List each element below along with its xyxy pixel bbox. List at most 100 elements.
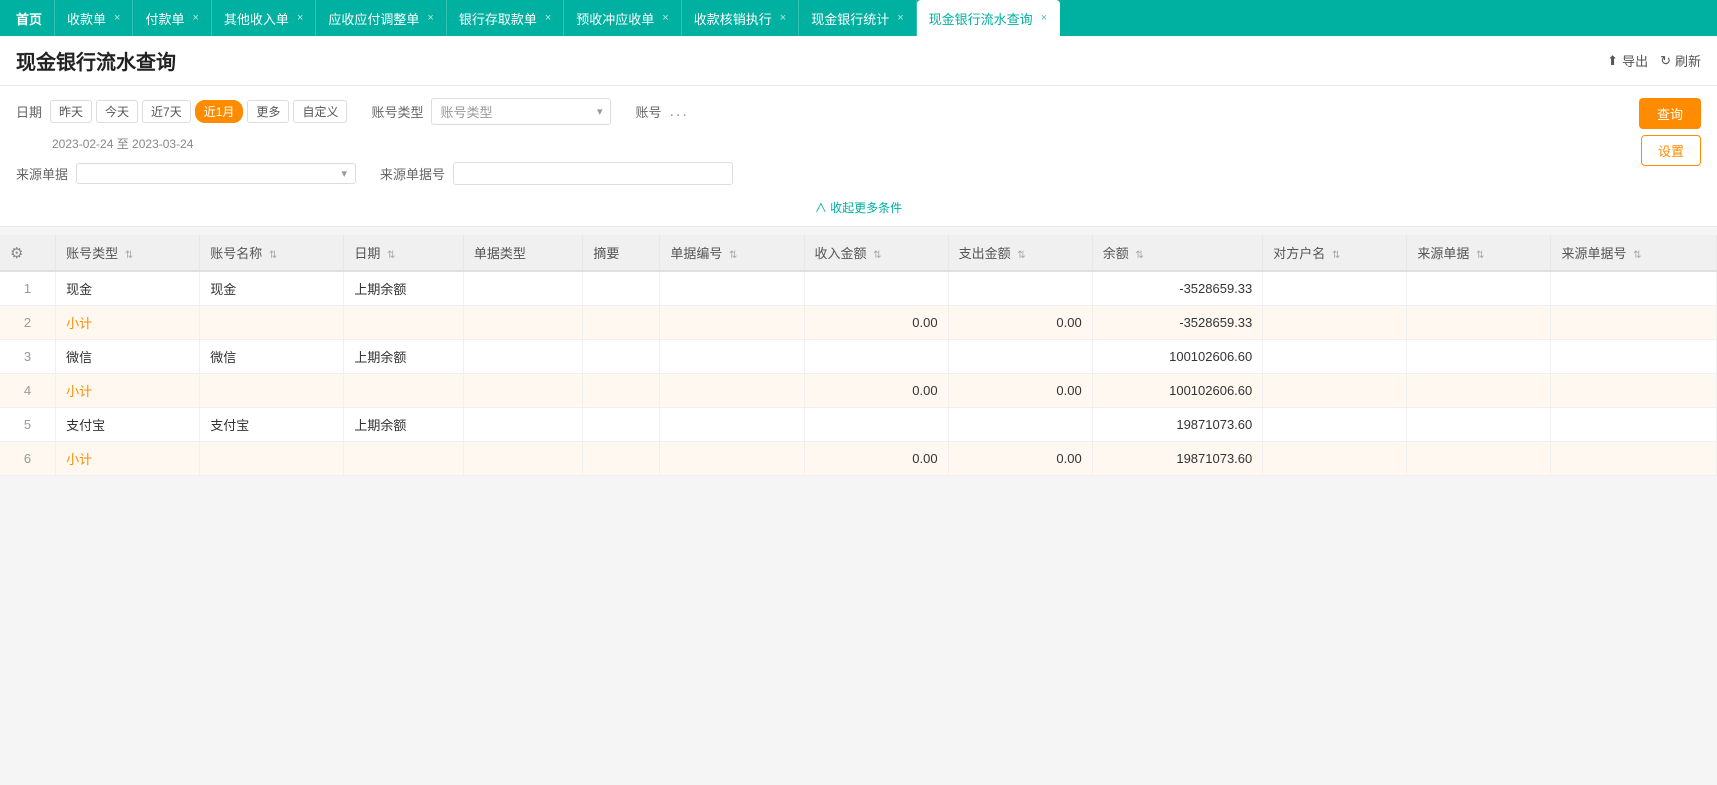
- cell-row-num: 1: [0, 271, 56, 306]
- top-navigation: 首页 收款单 × 付款单 × 其他收入单 × 应收应付调整单 × 银行存取款单 …: [0, 0, 1717, 36]
- nav-tab-receipts[interactable]: 收款单 ×: [55, 0, 133, 36]
- date-btn-7days[interactable]: 近7天: [142, 100, 191, 123]
- cell-account-name: 微信: [200, 340, 344, 374]
- account-type-select[interactable]: 账号类型 ▾: [431, 98, 611, 125]
- cell-doc-type: [463, 408, 583, 442]
- account-label: 账号: [635, 102, 661, 121]
- nav-tab-cash-bank-stats[interactable]: 现金银行统计 ×: [799, 0, 916, 36]
- refresh-link[interactable]: ↻ 刷新: [1660, 51, 1701, 70]
- col-account-name[interactable]: 账号名称 ⇅: [200, 235, 344, 271]
- cell-source-doc-no: [1551, 442, 1717, 476]
- account-dots-link[interactable]: ...: [669, 103, 688, 121]
- cell-summary: [583, 306, 660, 340]
- nav-tab-prepay-offset[interactable]: 预收冲应收单 ×: [564, 0, 681, 36]
- col-account-type[interactable]: 账号类型 ⇅: [56, 235, 200, 271]
- account-filter-group: 账号 ...: [635, 102, 688, 121]
- export-link[interactable]: ⬆ 导出: [1607, 51, 1648, 70]
- col-counterpart[interactable]: 对方户名 ⇅: [1263, 235, 1407, 271]
- nav-tab-bank-deposit[interactable]: 银行存取款单 ×: [447, 0, 564, 36]
- cell-date: [344, 306, 464, 340]
- nav-tab-bank-deposit-label: 银行存取款单: [459, 9, 537, 28]
- col-income[interactable]: 收入金额 ⇅: [804, 235, 948, 271]
- sort-icon-source-doc: ⇅: [1476, 250, 1484, 261]
- date-btn-1month[interactable]: 近1月: [195, 100, 244, 123]
- cell-balance: 100102606.60: [1092, 340, 1263, 374]
- nav-tab-payments[interactable]: 付款单 ×: [133, 0, 211, 36]
- table-settings-icon[interactable]: ⚙: [10, 245, 23, 262]
- right-buttons: 查询 设置: [1639, 98, 1701, 166]
- cell-balance: 19871073.60: [1092, 408, 1263, 442]
- cell-doc-no: [660, 271, 804, 306]
- cell-source-doc-no: [1551, 306, 1717, 340]
- col-date[interactable]: 日期 ⇅: [344, 235, 464, 271]
- cell-income: [804, 271, 948, 306]
- nav-tab-collect-verify[interactable]: 收款核销执行 ×: [682, 0, 799, 36]
- table-row: 4小计0.000.00100102606.60: [0, 374, 1717, 408]
- cell-account-name: 现金: [200, 271, 344, 306]
- nav-tab-receipts-label: 收款单: [67, 9, 106, 28]
- query-button[interactable]: 查询: [1639, 98, 1701, 129]
- account-type-label: 账号类型: [371, 102, 423, 121]
- col-doc-type: 单据类型: [463, 235, 583, 271]
- cell-summary: [583, 408, 660, 442]
- refresh-label: 刷新: [1675, 51, 1701, 70]
- date-btn-more[interactable]: 更多: [247, 100, 289, 123]
- cell-row-num: 2: [0, 306, 56, 340]
- nav-tab-receipts-close[interactable]: ×: [114, 12, 120, 24]
- cell-income: 0.00: [804, 442, 948, 476]
- col-expense[interactable]: 支出金额 ⇅: [948, 235, 1092, 271]
- nav-tab-payments-close[interactable]: ×: [192, 12, 198, 24]
- cell-summary: [583, 442, 660, 476]
- cell-source-doc: [1407, 271, 1551, 306]
- col-source-doc[interactable]: 来源单据 ⇅: [1407, 235, 1551, 271]
- source-doc-no-label: 来源单据号: [380, 164, 445, 183]
- cell-expense: [948, 340, 1092, 374]
- nav-tab-other-income[interactable]: 其他收入单 ×: [212, 0, 316, 36]
- cell-income: [804, 408, 948, 442]
- sort-icon-doc-no: ⇅: [729, 250, 737, 261]
- nav-tab-collect-verify-close[interactable]: ×: [780, 12, 786, 24]
- collapse-bar[interactable]: ∧ 收起更多条件: [16, 195, 1701, 218]
- settings-button[interactable]: 设置: [1641, 135, 1701, 166]
- nav-tab-home[interactable]: 首页: [4, 0, 55, 36]
- nav-tab-cash-bank-flow[interactable]: 现金银行流水查询 ×: [917, 0, 1060, 36]
- cell-account-type: 小计: [56, 374, 200, 408]
- collapse-label: ∧ 收起更多条件: [815, 201, 902, 215]
- cell-date: [344, 442, 464, 476]
- nav-tab-bank-deposit-close[interactable]: ×: [545, 12, 551, 24]
- cell-account-name: [200, 442, 344, 476]
- col-balance[interactable]: 余额 ⇅: [1092, 235, 1263, 271]
- source-doc-no-filter-group: 来源单据号: [380, 162, 733, 185]
- cell-row-num: 6: [0, 442, 56, 476]
- nav-tab-cash-bank-flow-close[interactable]: ×: [1041, 12, 1047, 24]
- col-source-doc-no[interactable]: 来源单据号 ⇅: [1551, 235, 1717, 271]
- nav-tab-cash-bank-stats-close[interactable]: ×: [897, 12, 903, 24]
- sort-icon-balance: ⇅: [1135, 250, 1143, 261]
- cell-row-num: 5: [0, 408, 56, 442]
- nav-tab-prepay-offset-close[interactable]: ×: [662, 12, 668, 24]
- source-doc-no-input[interactable]: [453, 162, 733, 185]
- cell-account-name: 支付宝: [200, 408, 344, 442]
- source-doc-select[interactable]: ▾: [76, 163, 356, 184]
- col-settings[interactable]: ⚙: [0, 235, 56, 271]
- date-btn-custom[interactable]: 自定义: [293, 100, 347, 123]
- cell-doc-no: [660, 374, 804, 408]
- cell-source-doc-no: [1551, 340, 1717, 374]
- cell-balance: 19871073.60: [1092, 442, 1263, 476]
- page-header: 现金银行流水查询 ⬆ 导出 ↻ 刷新: [0, 36, 1717, 86]
- cell-date: 上期余额: [344, 271, 464, 306]
- cell-expense: 0.00: [948, 442, 1092, 476]
- date-btn-today[interactable]: 今天: [96, 100, 138, 123]
- cell-doc-type: [463, 442, 583, 476]
- nav-tab-other-income-close[interactable]: ×: [297, 12, 303, 24]
- table-row: 1现金现金上期余额-3528659.33: [0, 271, 1717, 306]
- col-doc-no[interactable]: 单据编号 ⇅: [660, 235, 804, 271]
- sort-icon-counterpart: ⇅: [1332, 250, 1340, 261]
- date-buttons: 昨天 今天 近7天 近1月 更多 自定义: [50, 100, 347, 123]
- sort-icon-source-doc-no: ⇅: [1633, 250, 1641, 261]
- date-label: 日期: [16, 102, 42, 121]
- nav-tab-ar-adjust[interactable]: 应收应付调整单 ×: [316, 0, 446, 36]
- col-summary: 摘要: [583, 235, 660, 271]
- nav-tab-ar-adjust-close[interactable]: ×: [427, 12, 433, 24]
- date-btn-yesterday[interactable]: 昨天: [50, 100, 92, 123]
